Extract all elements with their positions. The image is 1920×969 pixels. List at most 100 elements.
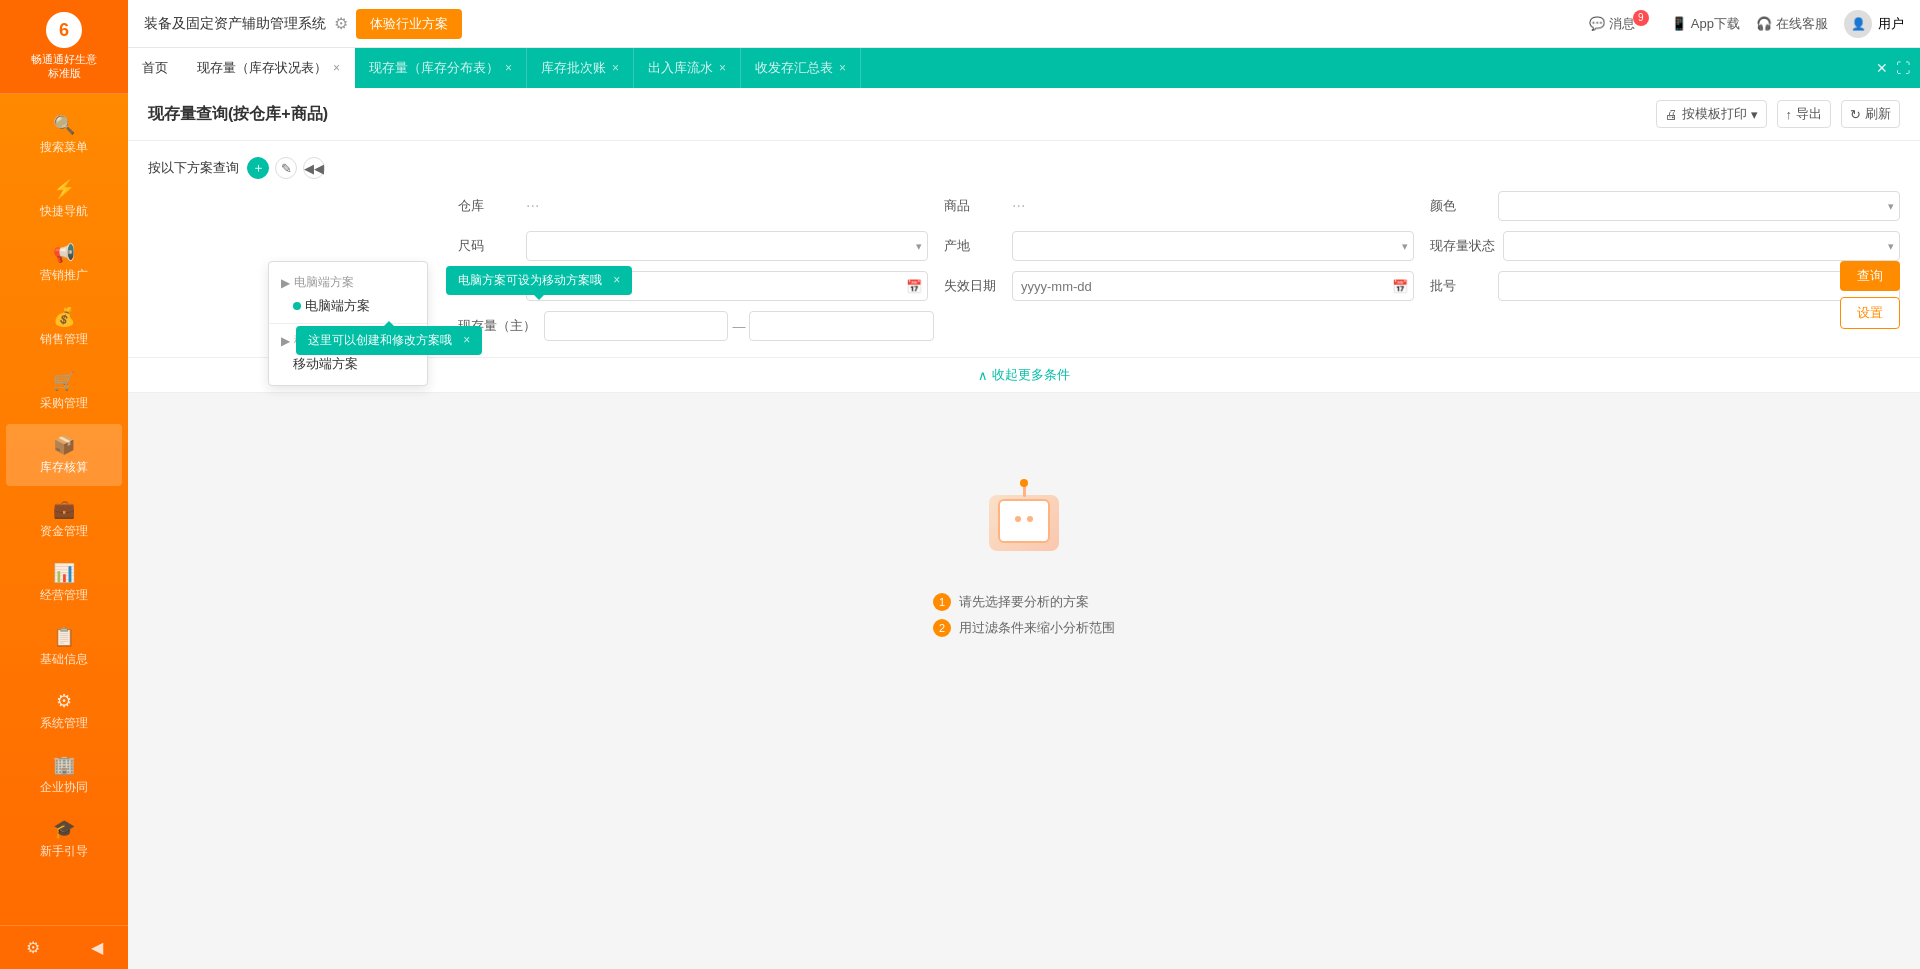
basic-info-icon: 📋 <box>53 626 75 648</box>
logo-icon: 6 <box>46 12 82 48</box>
tooltip-create-scheme: 这里可以创建和修改方案哦 × <box>296 326 482 355</box>
prod-date-calendar-icon[interactable]: 📅 <box>906 279 922 294</box>
maximize-icon[interactable]: ⛶ <box>1896 60 1910 76</box>
tab-close-batch[interactable]: × <box>612 61 619 75</box>
sales-icon: 💰 <box>53 306 75 328</box>
tab-label-batch: 库存批次账 <box>541 59 606 77</box>
sidebar-logo: 6 畅通通好生意 标准版 <box>0 0 128 94</box>
tab-close-receive[interactable]: × <box>839 61 846 75</box>
sidebar-item-label-operation: 经营管理 <box>40 587 88 604</box>
collapse-arrow-icon: ∧ <box>978 368 988 383</box>
stock-qty-max-input[interactable] <box>749 311 933 341</box>
reset-button[interactable]: 设置 <box>1840 297 1900 329</box>
stock-qty-min-input[interactable] <box>544 311 728 341</box>
tab-batch[interactable]: 库存批次账 × <box>527 48 634 88</box>
batch-field: 批号 <box>1430 271 1900 301</box>
filter-header: 按以下方案查询 ＋ ✎ ◀◀ <box>148 157 1900 179</box>
active-dot <box>293 302 301 310</box>
tab-home[interactable]: 首页 <box>128 48 183 88</box>
exp-date-calendar-icon[interactable]: 📅 <box>1392 279 1408 294</box>
batch-label: 批号 <box>1430 277 1490 295</box>
exp-industry-button[interactable]: 体验行业方案 <box>356 9 462 39</box>
tooltip-pc-to-mobile: 电脑方案可设为移动方案哦 × <box>446 266 632 295</box>
warehouse-field: 仓库 ··· <box>458 197 928 215</box>
app-download-button[interactable]: 📱 App下载 <box>1671 15 1740 33</box>
sidebar-item-quick-nav[interactable]: ⚡ 快捷导航 <box>6 168 122 230</box>
page-actions: 🖨 按模板打印 ▾ ↑ 导出 ↻ 刷新 <box>1656 100 1901 128</box>
size-label: 尺码 <box>458 237 518 255</box>
refresh-button[interactable]: ↻ 刷新 <box>1841 100 1900 128</box>
sidebar-footer: ⚙ ◀ <box>0 925 128 969</box>
quick-nav-icon: ⚡ <box>53 178 75 200</box>
origin-select[interactable] <box>1012 231 1414 261</box>
tab-receive[interactable]: 收发存汇总表× <box>741 48 861 88</box>
service-icon: 🎧 <box>1756 16 1772 31</box>
message-button[interactable]: 💬 消息 9 <box>1589 15 1655 33</box>
sidebar-item-label-guide: 新手引导 <box>40 843 88 860</box>
color-label: 颜色 <box>1430 197 1490 215</box>
sidebar-item-label-quick-nav: 快捷导航 <box>40 203 88 220</box>
sidebar: 6 畅通通好生意 标准版 🔍 搜索菜单 ⚡ 快捷导航 📢 营销推广 💰 销售管理… <box>0 0 128 969</box>
topbar-gear-icon[interactable]: ⚙ <box>334 14 348 33</box>
filter-action-buttons: ＋ ✎ ◀◀ <box>247 157 325 179</box>
add-scheme-button[interactable]: ＋ <box>247 157 269 179</box>
sidebar-item-inventory[interactable]: 📦 库存核算 <box>6 424 122 486</box>
warehouse-dots[interactable]: ··· <box>526 197 539 215</box>
exp-date-label: 失效日期 <box>944 277 1004 295</box>
sidebar-item-search[interactable]: 🔍 搜索菜单 <box>6 104 122 166</box>
sidebar-item-label-purchase: 采购管理 <box>40 395 88 412</box>
sidebar-item-guide[interactable]: 🎓 新手引导 <box>6 808 122 870</box>
edit-scheme-button[interactable]: ✎ <box>275 157 297 179</box>
print-button[interactable]: 🖨 按模板打印 ▾ <box>1656 100 1767 128</box>
message-icon: 💬 <box>1589 16 1605 31</box>
size-field: 尺码 ▾ <box>458 231 928 261</box>
query-button[interactable]: 查询 <box>1840 261 1900 291</box>
user-menu[interactable]: 👤 用户 <box>1844 10 1904 38</box>
sidebar-item-label-basic-info: 基础信息 <box>40 651 88 668</box>
tooltip1-close[interactable]: × <box>613 273 620 287</box>
message-badge: 9 <box>1633 10 1649 26</box>
tab-inventory-dist[interactable]: 现存量（库存分布表）× <box>355 48 527 88</box>
tooltip2-close[interactable]: × <box>463 333 470 347</box>
stock-status-select[interactable] <box>1503 231 1900 261</box>
search-icon: 🔍 <box>53 114 75 136</box>
system-title: 装备及固定资产辅助管理系统 <box>144 15 326 33</box>
origin-label: 产地 <box>944 237 1004 255</box>
collapse-sidebar-icon[interactable]: ◀ <box>91 938 103 957</box>
export-icon: ↑ <box>1786 107 1793 122</box>
goods-dots[interactable]: ··· <box>1012 197 1025 215</box>
sidebar-item-purchase[interactable]: 🛒 采购管理 <box>6 360 122 422</box>
stock-status-field: 现存量状态 ▾ <box>1430 231 1900 261</box>
tab-inout[interactable]: 出入库流水× <box>634 48 741 88</box>
filter-row-1: 仓库 ··· 商品 ··· 颜色 ▾ <box>458 191 1900 221</box>
exp-date-input[interactable] <box>1012 271 1414 301</box>
sidebar-item-sales[interactable]: 💰 销售管理 <box>6 296 122 358</box>
online-service-button[interactable]: 🎧 在线客服 <box>1756 15 1828 33</box>
enterprise-icon: 🏢 <box>53 754 75 776</box>
color-select[interactable] <box>1498 191 1900 221</box>
tab-inventory-status[interactable]: 现存量（库存状况表）× <box>183 48 355 88</box>
topbar-left: 装备及固定资产辅助管理系统 ⚙ 体验行业方案 <box>144 9 462 39</box>
goods-field: 商品 ··· <box>944 197 1414 215</box>
sidebar-item-enterprise[interactable]: 🏢 企业协同 <box>6 744 122 806</box>
sidebar-item-operation[interactable]: 📊 经营管理 <box>6 552 122 614</box>
print-dropdown-icon: ▾ <box>1751 107 1758 122</box>
sidebar-item-label-inventory: 库存核算 <box>40 459 88 476</box>
pc-scheme-item[interactable]: 电脑端方案 <box>269 293 427 319</box>
operation-icon: 📊 <box>53 562 75 584</box>
tab-close-inout[interactable]: × <box>719 61 726 75</box>
sidebar-item-finance[interactable]: 💼 资金管理 <box>6 488 122 550</box>
close-all-icon[interactable]: ✕ <box>1876 60 1888 76</box>
export-button[interactable]: ↑ 导出 <box>1777 100 1832 128</box>
exp-date-field: 失效日期 📅 <box>944 271 1414 301</box>
sidebar-item-system[interactable]: ⚙ 系统管理 <box>6 680 122 742</box>
size-select[interactable] <box>526 231 928 261</box>
tab-close-inventory-status[interactable]: × <box>333 61 340 75</box>
sidebar-item-basic-info[interactable]: 📋 基础信息 <box>6 616 122 678</box>
back-icon-button[interactable]: ◀◀ <box>303 157 325 179</box>
filter-row-2: 尺码 ▾ 产地 ▾ 现存量状态 <box>458 231 1900 261</box>
tab-close-inventory-dist[interactable]: × <box>505 61 512 75</box>
sidebar-item-marketing[interactable]: 📢 营销推广 <box>6 232 122 294</box>
settings-icon[interactable]: ⚙ <box>26 938 40 957</box>
refresh-icon: ↻ <box>1850 107 1861 122</box>
